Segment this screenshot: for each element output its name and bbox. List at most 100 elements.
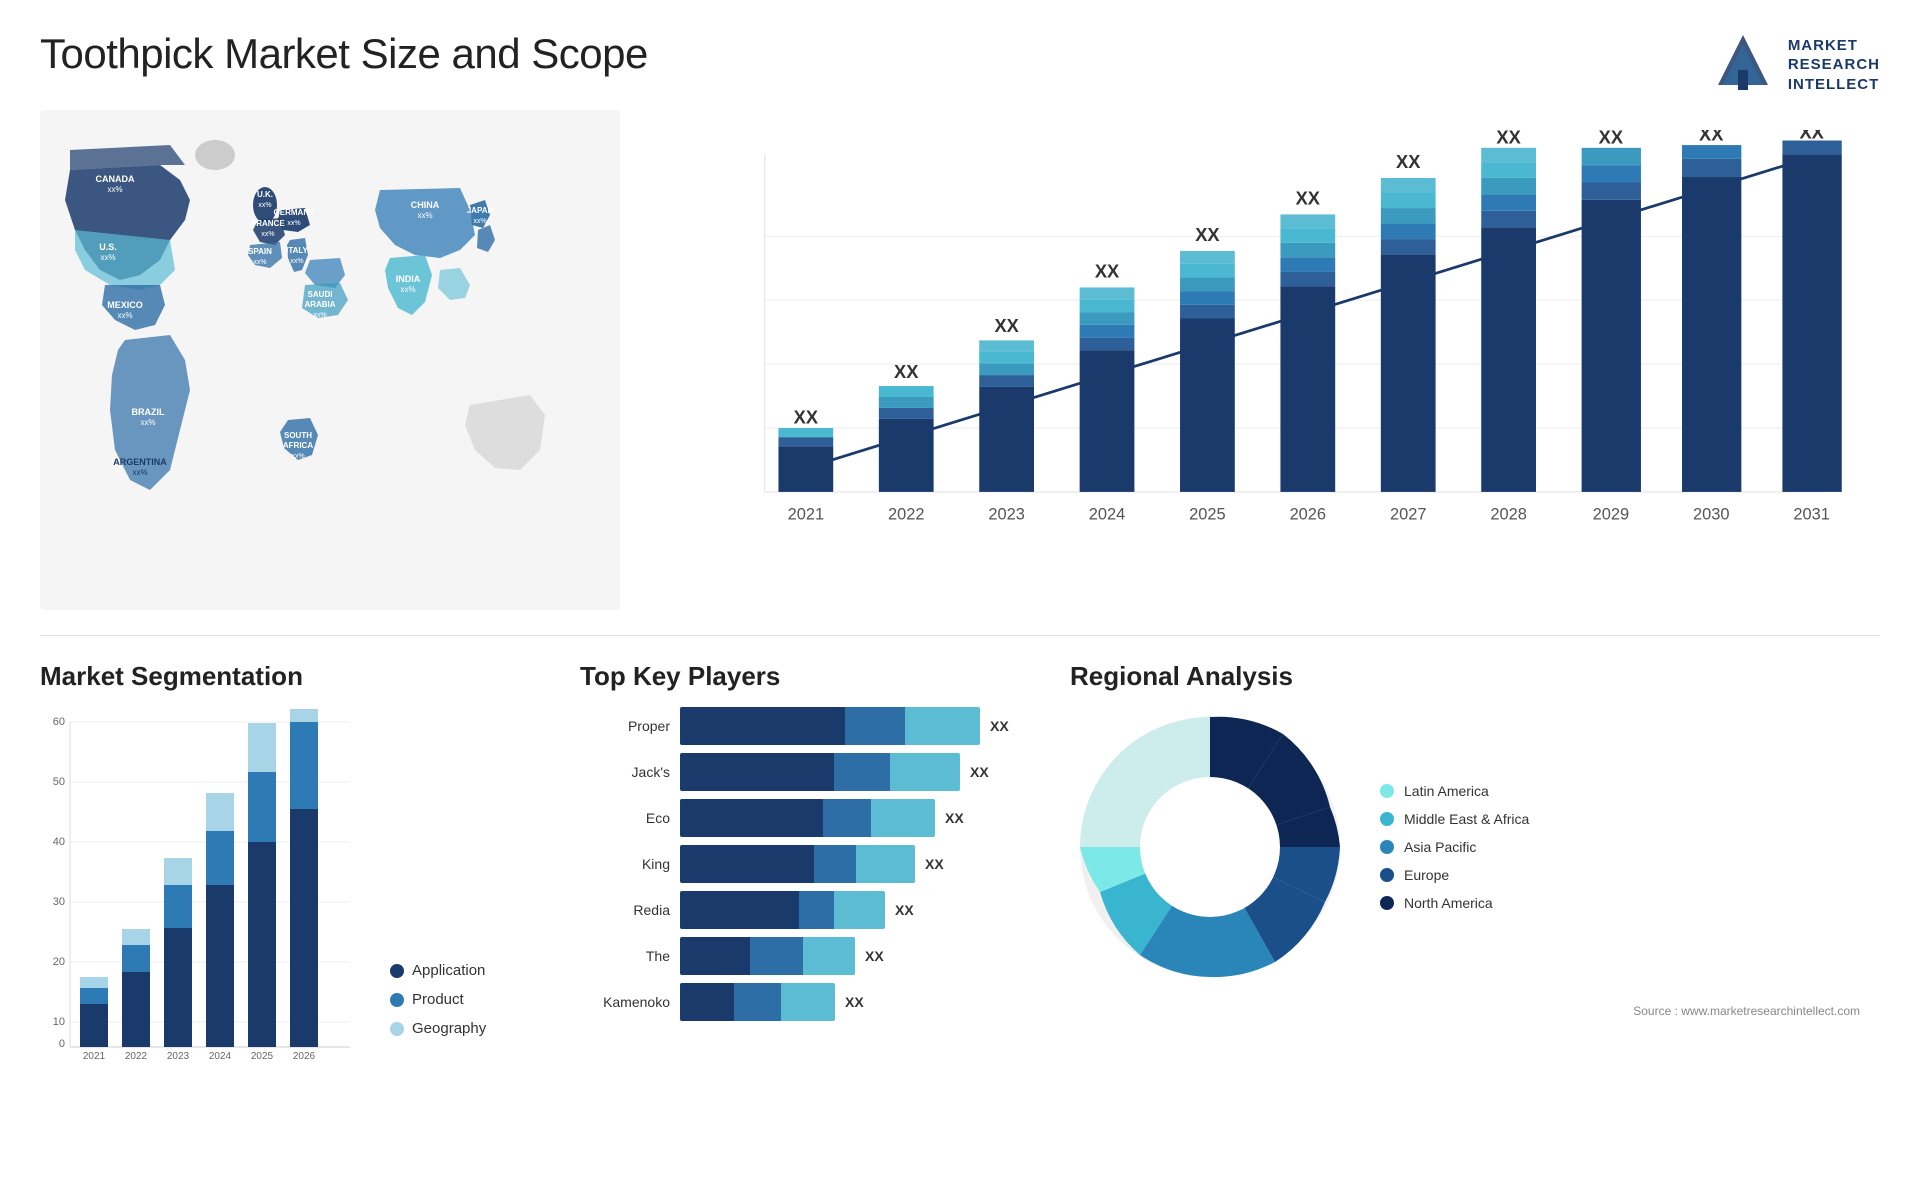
svg-text:xx%: xx% (253, 259, 266, 266)
player-value: XX (865, 948, 884, 964)
svg-text:XX: XX (1699, 130, 1724, 145)
legend-latin-america: Latin America (1380, 783, 1880, 799)
svg-text:xx%: xx% (291, 453, 304, 460)
svg-text:2022: 2022 (888, 505, 925, 523)
player-row: Eco XX (580, 799, 1040, 837)
player-row: Jack's XX (580, 753, 1040, 791)
svg-text:SPAIN: SPAIN (248, 247, 272, 256)
svg-text:xx%: xx% (107, 185, 122, 194)
svg-text:xx%: xx% (117, 311, 132, 320)
svg-text:xx%: xx% (473, 218, 486, 225)
player-value: XX (895, 902, 914, 918)
svg-text:MEXICO: MEXICO (107, 300, 143, 310)
svg-text:2029: 2029 (1593, 505, 1630, 523)
player-name: Kamenoko (580, 994, 670, 1010)
svg-text:XX: XX (1095, 260, 1120, 281)
player-bar-king: XX (680, 845, 1040, 883)
legend-product: Product (390, 991, 550, 1008)
player-bar-redia: XX (680, 891, 1040, 929)
legend-europe-label: Europe (1404, 867, 1449, 883)
svg-text:INDIA: INDIA (396, 274, 421, 284)
svg-text:2030: 2030 (1693, 505, 1730, 523)
page-header: Toothpick Market Size and Scope MARKET R… (0, 0, 1920, 110)
legend-middle-east-africa: Middle East & Africa (1380, 811, 1880, 827)
svg-text:SAUDI: SAUDI (308, 290, 333, 299)
svg-text:2025: 2025 (251, 1051, 274, 1062)
svg-text:AFRICA: AFRICA (283, 441, 313, 450)
page-title: Toothpick Market Size and Scope (40, 30, 648, 78)
player-value: XX (845, 994, 864, 1010)
svg-text:xx%: xx% (290, 258, 303, 265)
donut-chart (1070, 707, 1350, 987)
bottom-section: Market Segmentation 60 50 40 30 20 10 0 (0, 641, 1920, 1181)
player-name: Jack's (580, 764, 670, 780)
regional-section: Regional Analysis (1070, 661, 1880, 1181)
legend-application: Application (390, 962, 550, 979)
main-content: CANADA xx% U.S. xx% MEXICO xx% BRAZIL xx… (0, 110, 1920, 630)
north-america-dot (1380, 896, 1394, 910)
svg-text:ARABIA: ARABIA (304, 300, 335, 309)
legend-latin-america-label: Latin America (1404, 783, 1489, 799)
svg-text:40: 40 (53, 836, 65, 848)
player-name: Proper (580, 718, 670, 734)
legend-asia-pacific: Asia Pacific (1380, 839, 1880, 855)
svg-text:xx%: xx% (100, 253, 115, 262)
player-name: Redia (580, 902, 670, 918)
player-value: XX (970, 764, 989, 780)
legend-europe: Europe (1380, 867, 1880, 883)
svg-text:2027: 2027 (1390, 505, 1427, 523)
svg-text:XX: XX (1496, 130, 1521, 147)
svg-text:CHINA: CHINA (411, 200, 440, 210)
svg-text:20: 20 (53, 956, 65, 968)
svg-text:SOUTH: SOUTH (284, 431, 312, 440)
legend-geography-label: Geography (412, 1020, 486, 1037)
svg-text:U.S.: U.S. (99, 242, 117, 252)
svg-text:2025: 2025 (1189, 505, 1226, 523)
svg-text:XX: XX (1195, 224, 1220, 245)
source-text: Source : www.marketresearchintellect.com (1633, 1004, 1860, 1018)
svg-text:FRANCE: FRANCE (251, 219, 285, 228)
middle-east-africa-dot (1380, 812, 1394, 826)
product-dot (390, 993, 404, 1007)
svg-text:2026: 2026 (1290, 505, 1327, 523)
svg-text:XX: XX (1799, 130, 1824, 143)
svg-text:xx%: xx% (313, 312, 326, 319)
segmentation-legend: Application Product Geography (390, 962, 550, 1077)
player-bar-jacks: XX (680, 753, 1040, 791)
svg-text:2022: 2022 (125, 1051, 148, 1062)
svg-text:xx%: xx% (132, 468, 147, 477)
svg-text:xx%: xx% (400, 285, 415, 294)
legend-north-america-label: North America (1404, 895, 1493, 911)
svg-text:JAPAN: JAPAN (467, 206, 494, 215)
svg-text:2026: 2026 (293, 1051, 316, 1062)
player-row: The XX (580, 937, 1040, 975)
svg-text:U.K.: U.K. (257, 190, 273, 199)
svg-text:xx%: xx% (140, 418, 155, 427)
legend-application-label: Application (412, 962, 485, 979)
svg-text:ITALY: ITALY (286, 246, 308, 255)
svg-text:50: 50 (53, 776, 65, 788)
player-value: XX (945, 810, 964, 826)
svg-text:XX: XX (1396, 151, 1421, 172)
player-name: King (580, 856, 670, 872)
europe-dot (1380, 868, 1394, 882)
legend-mea-label: Middle East & Africa (1404, 811, 1529, 827)
player-row: Proper XX (580, 707, 1040, 745)
svg-text:2021: 2021 (788, 505, 825, 523)
svg-text:10: 10 (53, 1016, 65, 1028)
growth-chart-section: XX 2021 XX 2022 XX 2023 XX 20 (650, 110, 1880, 630)
svg-text:XX: XX (1599, 130, 1624, 147)
segmentation-section: Market Segmentation 60 50 40 30 20 10 0 (40, 661, 550, 1181)
regional-title: Regional Analysis (1070, 661, 1880, 692)
player-name: The (580, 948, 670, 964)
seg-chart-container: 60 50 40 30 20 10 0 (40, 707, 550, 1077)
map-section: CANADA xx% U.S. xx% MEXICO xx% BRAZIL xx… (40, 110, 620, 630)
application-dot (390, 964, 404, 978)
top-players-section: Top Key Players Proper XX Jack's (580, 661, 1040, 1181)
svg-text:xx%: xx% (258, 202, 271, 209)
logo: MARKET RESEARCH INTELLECT (1708, 30, 1880, 100)
svg-text:0: 0 (59, 1038, 65, 1050)
player-row: Redia XX (580, 891, 1040, 929)
player-row: King XX (580, 845, 1040, 883)
player-name: Eco (580, 810, 670, 826)
